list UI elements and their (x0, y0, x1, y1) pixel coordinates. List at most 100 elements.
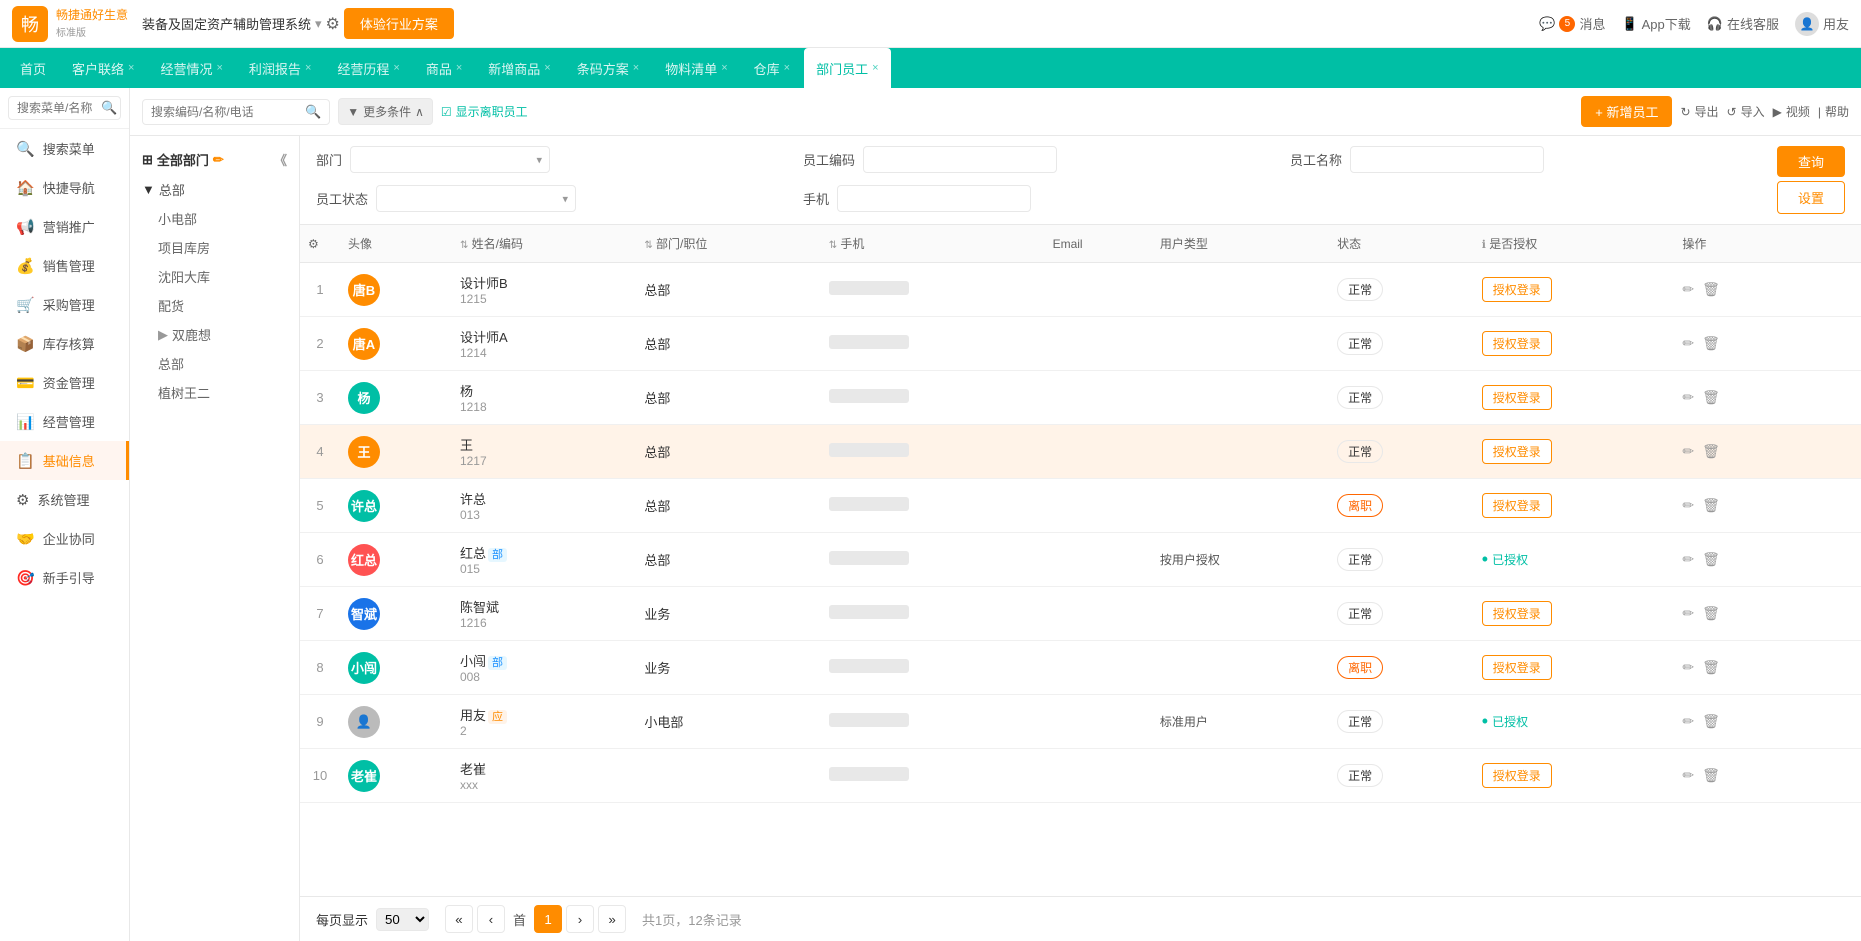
nav-tab-仓库[interactable]: 仓库× (742, 48, 802, 88)
dept-edit-icon[interactable]: ✏ (213, 152, 224, 168)
tab-close-icon[interactable]: × (305, 62, 311, 74)
prev-page-btn[interactable]: ‹ (477, 905, 505, 933)
edit-btn[interactable]: ✏ (1682, 767, 1694, 784)
tab-close-icon[interactable]: × (721, 62, 727, 74)
sort-icon-name[interactable]: ⇅ (460, 240, 468, 251)
auth-login-btn[interactable]: 授权登录 (1482, 439, 1552, 464)
sidebar-item-企业协同[interactable]: 🤝企业协同 (0, 519, 129, 558)
gear-button[interactable]: ⚙ (326, 14, 340, 34)
settings-icon[interactable]: ⚙ (308, 237, 319, 251)
auth-login-btn[interactable]: 授权登录 (1482, 385, 1552, 410)
dept-node-植树王二[interactable]: 植树王二 (130, 378, 299, 407)
show-resigned-toggle[interactable]: ☑ 显示离职员工 (441, 103, 528, 120)
nav-tab-商品[interactable]: 商品× (414, 48, 474, 88)
emp-name-input[interactable] (1350, 146, 1544, 173)
auth-login-btn[interactable]: 授权登录 (1482, 601, 1552, 626)
help-button[interactable]: | 帮助 (1818, 103, 1849, 120)
dept-node-总部[interactable]: 总部 (130, 349, 299, 378)
next-page-btn[interactable]: › (566, 905, 594, 933)
edit-btn[interactable]: ✏ (1682, 335, 1694, 352)
nav-tab-物料清单[interactable]: 物料清单× (653, 48, 739, 88)
dept-node-沈阳大库[interactable]: 沈阳大库 (130, 262, 299, 291)
trial-button[interactable]: 体验行业方案 (344, 8, 454, 39)
delete-btn[interactable]: 🗑 (1702, 389, 1720, 406)
user-btn[interactable]: 👤 用友 (1795, 12, 1849, 36)
delete-btn[interactable]: 🗑 (1702, 605, 1720, 622)
sidebar-item-经营管理[interactable]: 📊经营管理 (0, 402, 129, 441)
sidebar-item-营销推广[interactable]: 📢营销推广 (0, 207, 129, 246)
nav-tab-经营情况[interactable]: 经营情况× (148, 48, 234, 88)
nav-tab-部门员工[interactable]: 部门员工× (804, 48, 890, 88)
emp-code-input[interactable] (863, 146, 1057, 173)
first-page-btn[interactable]: « (445, 905, 473, 933)
delete-btn[interactable]: 🗑 (1702, 497, 1720, 514)
nav-tab-条码方案[interactable]: 条码方案× (565, 48, 651, 88)
add-employee-button[interactable]: + 新增员工 (1581, 96, 1672, 127)
video-button[interactable]: ▶ 视频 (1773, 103, 1810, 120)
delete-btn[interactable]: 🗑 (1702, 767, 1720, 784)
nav-tab-经营历程[interactable]: 经营历程× (325, 48, 411, 88)
app-download-btn[interactable]: 📱 App下载 (1621, 14, 1690, 33)
sidebar-item-搜索菜单[interactable]: 🔍搜索菜单 (0, 129, 129, 168)
delete-btn[interactable]: 🗑 (1702, 713, 1720, 730)
per-page-select[interactable]: 50 100 200 (376, 908, 429, 931)
nav-tab-利润报告[interactable]: 利润报告× (237, 48, 323, 88)
tab-close-icon[interactable]: × (544, 62, 550, 74)
current-page-btn[interactable]: 1 (534, 905, 562, 933)
edit-btn[interactable]: ✏ (1682, 281, 1694, 298)
delete-btn[interactable]: 🗑 (1702, 443, 1720, 460)
edit-btn[interactable]: ✏ (1682, 659, 1694, 676)
auth-login-btn[interactable]: 授权登录 (1482, 763, 1552, 788)
nav-tab-客户联络[interactable]: 客户联络× (60, 48, 146, 88)
edit-btn[interactable]: ✏ (1682, 443, 1694, 460)
search-input[interactable] (151, 105, 301, 119)
delete-btn[interactable]: 🗑 (1702, 335, 1720, 352)
more-filter-btn[interactable]: ▼ 更多条件 ∧ (338, 98, 433, 125)
tab-close-icon[interactable]: × (456, 62, 462, 74)
nav-tab-新增商品[interactable]: 新增商品× (476, 48, 562, 88)
collapse-btn[interactable]: 《 (274, 150, 287, 169)
sidebar-item-库存核算[interactable]: 📦库存核算 (0, 324, 129, 363)
sidebar-item-销售管理[interactable]: 💰销售管理 (0, 246, 129, 285)
sidebar-item-系统管理[interactable]: ⚙系统管理 (0, 480, 129, 519)
import-button[interactable]: ↺ 导入 (1727, 103, 1765, 120)
auth-login-btn[interactable]: 授权登录 (1482, 493, 1552, 518)
edit-btn[interactable]: ✏ (1682, 713, 1694, 730)
edit-btn[interactable]: ✏ (1682, 497, 1694, 514)
tab-close-icon[interactable]: × (633, 62, 639, 74)
message-btn[interactable]: 💬 5 消息 (1539, 14, 1605, 33)
tab-close-icon[interactable]: × (872, 62, 878, 74)
sidebar-item-采购管理[interactable]: 🛒采购管理 (0, 285, 129, 324)
tab-close-icon[interactable]: × (128, 62, 134, 74)
edit-btn[interactable]: ✏ (1682, 551, 1694, 568)
auth-login-btn[interactable]: 授权登录 (1482, 331, 1552, 356)
export-button[interactable]: ↻ 导出 (1680, 103, 1718, 120)
delete-btn[interactable]: 🗑 (1702, 281, 1720, 298)
sort-icon-phone[interactable]: ⇅ (829, 240, 837, 251)
phone-input[interactable] (837, 185, 1031, 212)
edit-btn[interactable]: ✏ (1682, 605, 1694, 622)
sidebar-item-新手引导[interactable]: 🎯新手引导 (0, 558, 129, 597)
auth-login-btn[interactable]: 授权登录 (1482, 655, 1552, 680)
dept-node-配货[interactable]: 配货 (130, 291, 299, 320)
sidebar-item-资金管理[interactable]: 💳资金管理 (0, 363, 129, 402)
delete-btn[interactable]: 🗑 (1702, 659, 1720, 676)
dept-node-总部[interactable]: ▼ 总部 (130, 175, 299, 204)
sidebar-item-快捷导航[interactable]: 🏠快捷导航 (0, 168, 129, 207)
dept-node-双鹿想[interactable]: ▶ 双鹿想 (130, 320, 299, 349)
nav-tab-首页[interactable]: 首页 (8, 48, 58, 88)
last-page-btn[interactable]: » (598, 905, 626, 933)
tab-close-icon[interactable]: × (216, 62, 222, 74)
dept-select[interactable] (350, 146, 550, 173)
set-button[interactable]: 设置 (1777, 181, 1845, 214)
delete-btn[interactable]: 🗑 (1702, 551, 1720, 568)
auth-login-btn[interactable]: 授权登录 (1482, 277, 1552, 302)
tab-close-icon[interactable]: × (784, 62, 790, 74)
emp-status-select[interactable] (376, 185, 576, 212)
sort-icon-dept[interactable]: ⇅ (644, 240, 652, 251)
query-button[interactable]: 查询 (1777, 146, 1845, 177)
dept-node-项目库房[interactable]: 项目库房 (130, 233, 299, 262)
edit-btn[interactable]: ✏ (1682, 389, 1694, 406)
system-title-dropdown-icon[interactable]: ▾ (315, 16, 322, 32)
online-service-btn[interactable]: 🎧 在线客服 (1707, 14, 1779, 33)
